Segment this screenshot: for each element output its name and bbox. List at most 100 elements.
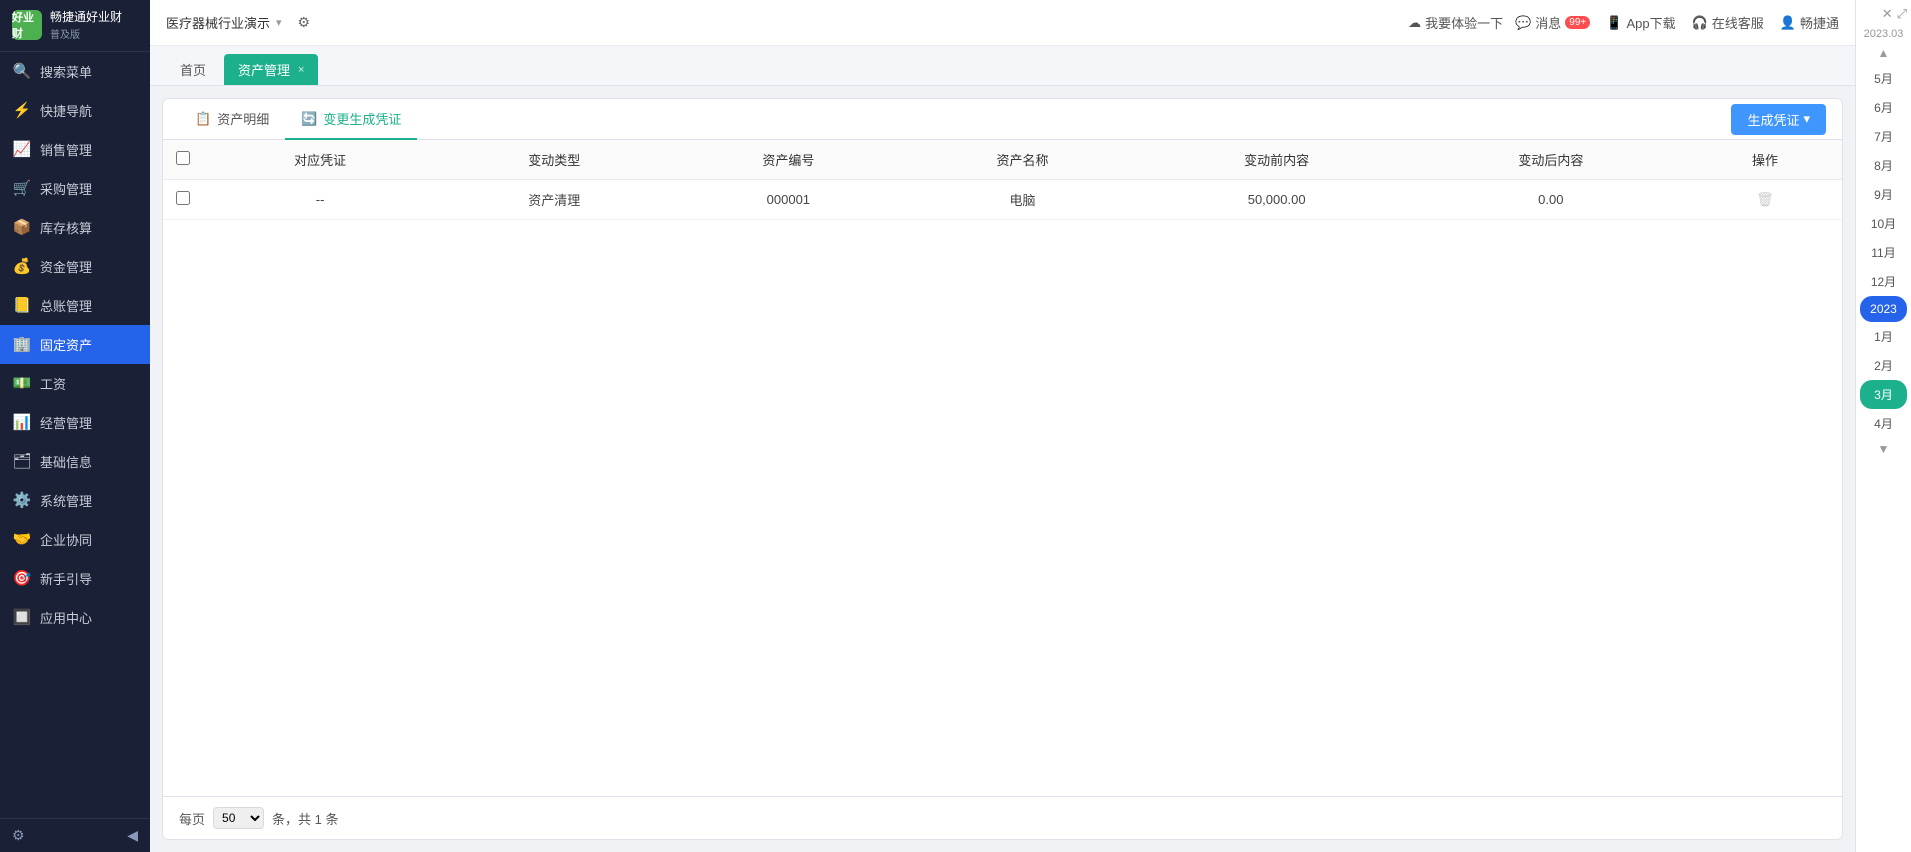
scroll-down-arrow[interactable]: ▼ bbox=[1878, 438, 1890, 460]
app-edition: 普及版 bbox=[50, 26, 122, 41]
right-panel-header: ✕ ⤢ bbox=[1856, 0, 1911, 22]
col-operation: 操作 bbox=[1688, 140, 1842, 180]
sidebar-item-label: 新手引导 bbox=[40, 569, 92, 588]
sidebar-item-label: 搜索菜单 bbox=[40, 62, 92, 81]
right-panel: ✕ ⤢ 2023.03 ▲ 5月 6月 7月 8月 9月 10月 11月 12月… bbox=[1855, 0, 1911, 852]
tab-asset-management[interactable]: 资产管理 × bbox=[224, 54, 318, 85]
headset-icon: 🎧 bbox=[1692, 15, 1708, 31]
sidebar-item-app-center[interactable]: 🔲 应用中心 bbox=[0, 598, 150, 637]
row-asset-code: 000001 bbox=[671, 180, 905, 220]
operations-icon: 📊 bbox=[12, 413, 32, 431]
chevron-down-icon: ▾ bbox=[1803, 111, 1810, 127]
sidebar-item-ledger[interactable]: 📒 总账管理 bbox=[0, 286, 150, 325]
fixed-assets-icon: 🏢 bbox=[12, 335, 32, 353]
sidebar-item-enterprise[interactable]: 🤝 企业协同 bbox=[0, 520, 150, 559]
sidebar-item-label: 采购管理 bbox=[40, 179, 92, 198]
collapse-icon[interactable]: ◀ bbox=[127, 827, 138, 844]
sidebar-item-operations[interactable]: 📊 经营管理 bbox=[0, 403, 150, 442]
year-month-label: 2023.03 bbox=[1864, 22, 1904, 42]
row-voucher: -- bbox=[203, 180, 437, 220]
close-panel-icon[interactable]: ✕ bbox=[1882, 6, 1893, 22]
payroll-icon: 💵 bbox=[12, 374, 32, 392]
user-menu[interactable]: 👤 畅捷通 bbox=[1780, 13, 1839, 32]
month-jan[interactable]: 1月 bbox=[1856, 322, 1911, 351]
data-table: 对应凭证 变动类型 资产编号 资产名称 变动前内容 变动后内容 操作 bbox=[163, 140, 1842, 220]
sidebar-item-label: 企业协同 bbox=[40, 530, 92, 549]
messages-button[interactable]: 💬 消息 99+ bbox=[1515, 13, 1590, 32]
select-all-checkbox[interactable] bbox=[176, 151, 190, 165]
tab-close-icon[interactable]: × bbox=[298, 64, 304, 76]
month-mar-current[interactable]: 3月 bbox=[1860, 380, 1907, 409]
table-container: 对应凭证 变动类型 资产编号 资产名称 变动前内容 变动后内容 操作 bbox=[163, 140, 1842, 796]
message-badge: 99+ bbox=[1565, 16, 1590, 29]
guide-icon: 🎯 bbox=[12, 569, 32, 587]
chevron-down-icon: ▾ bbox=[276, 16, 282, 29]
row-checkbox-cell bbox=[163, 180, 203, 220]
generate-voucher-button[interactable]: 生成凭证 ▾ bbox=[1731, 104, 1826, 135]
sidebar-item-search[interactable]: 🔍 搜索菜单 bbox=[0, 52, 150, 91]
page-content: 📋 资产明细 🔄 变更生成凭证 生成凭证 ▾ bbox=[162, 98, 1843, 840]
settings-icon[interactable]: ⚙ bbox=[298, 14, 311, 31]
tab-asset-detail[interactable]: 📋 资产明细 bbox=[179, 99, 285, 140]
sidebar-item-payroll[interactable]: 💵 工资 bbox=[0, 364, 150, 403]
per-page-label: 每页 bbox=[179, 809, 205, 828]
month-item[interactable]: 9月 bbox=[1856, 180, 1911, 209]
settings-icon[interactable]: ⚙ bbox=[12, 827, 25, 844]
app-logo-icon: 好业财 bbox=[12, 10, 42, 40]
month-item[interactable]: 8月 bbox=[1856, 151, 1911, 180]
table-footer: 每页 50 10 20 100 条，共 1 条 bbox=[163, 796, 1842, 839]
sidebar-nav: 🔍 搜索菜单 ⚡ 快捷导航 📈 销售管理 🛒 采购管理 📦 库存核算 💰 资金管… bbox=[0, 52, 150, 818]
sidebar-item-fixed-assets[interactable]: 🏢 固定资产 bbox=[0, 325, 150, 364]
online-service-button[interactable]: 🎧 在线客服 bbox=[1692, 13, 1764, 32]
expand-panel-icon[interactable]: ⤢ bbox=[1897, 6, 1907, 22]
app-name: 畅捷通好业财 bbox=[50, 10, 122, 26]
search-icon: 🔍 bbox=[12, 62, 32, 80]
month-feb[interactable]: 2月 bbox=[1856, 351, 1911, 380]
tab-change-voucher[interactable]: 🔄 变更生成凭证 bbox=[285, 99, 417, 140]
delete-icon[interactable]: 🗑 bbox=[1756, 191, 1774, 207]
per-page-select[interactable]: 50 10 20 100 bbox=[213, 807, 264, 829]
ledger-icon: 📒 bbox=[12, 296, 32, 314]
system-icon: ⚙️ bbox=[12, 491, 32, 509]
inventory-icon: 📦 bbox=[12, 218, 32, 236]
month-item[interactable]: 11月 bbox=[1856, 238, 1911, 267]
company-selector[interactable]: 医疗器械行业演示 ▾ bbox=[166, 13, 282, 32]
scroll-up-arrow[interactable]: ▲ bbox=[1878, 42, 1890, 64]
month-apr[interactable]: 4月 bbox=[1856, 409, 1911, 438]
sidebar: 好业财 畅捷通好业财 普及版 🔍 搜索菜单 ⚡ 快捷导航 📈 销售管理 🛒 采购… bbox=[0, 0, 150, 852]
sidebar-item-label: 快捷导航 bbox=[40, 101, 92, 120]
app-download-button[interactable]: 📱 App下载 bbox=[1606, 13, 1675, 32]
sidebar-item-basic-info[interactable]: 🗂 基础信息 bbox=[0, 442, 150, 481]
row-asset-name: 电脑 bbox=[905, 180, 1139, 220]
row-checkbox[interactable] bbox=[176, 191, 190, 205]
sidebar-logo: 好业财 畅捷通好业财 普及版 bbox=[0, 0, 150, 52]
quick-nav-icon: ⚡ bbox=[12, 101, 32, 119]
sidebar-item-finance[interactable]: 💰 资金管理 bbox=[0, 247, 150, 286]
sidebar-item-purchase[interactable]: 🛒 采购管理 bbox=[0, 169, 150, 208]
sidebar-item-quick-nav[interactable]: ⚡ 快捷导航 bbox=[0, 91, 150, 130]
month-item[interactable]: 5月 bbox=[1856, 64, 1911, 93]
tabbar: 首页 资产管理 × bbox=[150, 46, 1855, 86]
sidebar-item-label: 固定资产 bbox=[40, 335, 92, 354]
enterprise-icon: 🤝 bbox=[12, 530, 32, 548]
year-2023-label[interactable]: 2023 bbox=[1860, 296, 1907, 322]
col-after-change: 变动后内容 bbox=[1414, 140, 1688, 180]
feedback-button[interactable]: ☁ 我要体验一下 bbox=[1408, 13, 1503, 32]
sidebar-item-system[interactable]: ⚙️ 系统管理 bbox=[0, 481, 150, 520]
month-item[interactable]: 12月 bbox=[1856, 267, 1911, 296]
purchase-icon: 🛒 bbox=[12, 179, 32, 197]
tab-home[interactable]: 首页 bbox=[166, 54, 220, 85]
month-item[interactable]: 6月 bbox=[1856, 93, 1911, 122]
sidebar-item-label: 总账管理 bbox=[40, 296, 92, 315]
sidebar-footer: ⚙ ◀ bbox=[0, 818, 150, 852]
sidebar-item-label: 基础信息 bbox=[40, 452, 92, 471]
month-item[interactable]: 7月 bbox=[1856, 122, 1911, 151]
sidebar-item-guide[interactable]: 🎯 新手引导 bbox=[0, 559, 150, 598]
month-item[interactable]: 10月 bbox=[1856, 209, 1911, 238]
sidebar-item-inventory[interactable]: 📦 库存核算 bbox=[0, 208, 150, 247]
sales-icon: 📈 bbox=[12, 140, 32, 158]
basic-info-icon: 🗂 bbox=[12, 452, 32, 470]
topbar: 医疗器械行业演示 ▾ ⚙ ☁ 我要体验一下 💬 消息 99+ 📱 App下载 🎧… bbox=[150, 0, 1855, 46]
sidebar-item-sales[interactable]: 📈 销售管理 bbox=[0, 130, 150, 169]
col-checkbox bbox=[163, 140, 203, 180]
